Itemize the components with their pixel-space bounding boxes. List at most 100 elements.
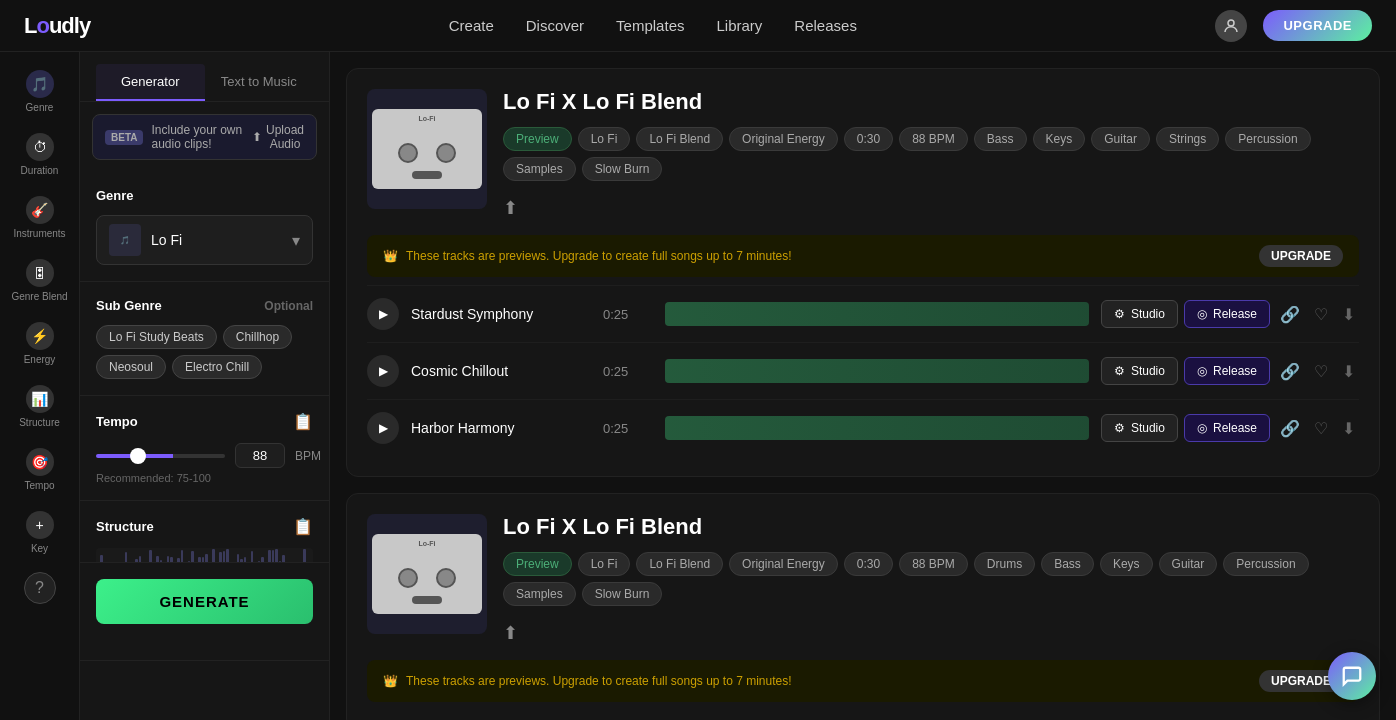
copy-link-button-3[interactable]: 🔗 xyxy=(1276,415,1304,442)
album-tag-keys-2[interactable]: Keys xyxy=(1100,552,1153,576)
album-tag-energy-1[interactable]: Original Energy xyxy=(729,127,838,151)
generate-button[interactable]: GENERATE xyxy=(96,579,313,624)
album-tag-keys-1[interactable]: Keys xyxy=(1033,127,1086,151)
album-tag-lofi-blend-2[interactable]: Lo Fi Blend xyxy=(636,552,723,576)
release-button-1[interactable]: ◎ Release xyxy=(1184,300,1270,328)
sidebar-item-genre[interactable]: 🎵 Genre xyxy=(0,60,79,123)
sidebar-item-genre-blend[interactable]: 🎛 Genre Blend xyxy=(0,249,79,312)
studio-label-2: Studio xyxy=(1131,364,1165,378)
album-share-button-2[interactable]: ⬆ xyxy=(503,622,518,644)
favorite-button-3[interactable]: ♡ xyxy=(1310,415,1332,442)
help-button[interactable]: ? xyxy=(24,572,56,604)
album-tag-strings-1[interactable]: Strings xyxy=(1156,127,1219,151)
subgenre-title-text: Sub Genre xyxy=(96,298,162,313)
tag-chillhop[interactable]: Chillhop xyxy=(223,325,292,349)
album-share-button-1[interactable]: ⬆ xyxy=(503,197,518,219)
release-icon-3: ◎ xyxy=(1197,421,1207,435)
sidebar-item-instruments[interactable]: 🎸 Instruments xyxy=(0,186,79,249)
logo[interactable]: Loudly xyxy=(24,13,90,39)
album-tag-duration-2[interactable]: 0:30 xyxy=(844,552,893,576)
copy-link-button-1[interactable]: 🔗 xyxy=(1276,301,1304,328)
favorite-button-1[interactable]: ♡ xyxy=(1310,301,1332,328)
nav-templates[interactable]: Templates xyxy=(616,17,684,34)
cassette-2: Lo-Fi xyxy=(372,534,482,614)
sidebar-item-key[interactable]: + Key xyxy=(0,501,79,564)
genre-title-text: Genre xyxy=(96,188,134,203)
download-button-2[interactable]: ⬇ xyxy=(1338,358,1359,385)
album-tag-bpm-2[interactable]: 88 BPM xyxy=(899,552,968,576)
sidebar-item-duration[interactable]: ⏱ Duration xyxy=(0,123,79,186)
album-tag-lofi-2[interactable]: Lo Fi xyxy=(578,552,631,576)
track-title-2: Cosmic Chillout xyxy=(411,363,591,379)
album-tag-drums-2[interactable]: Drums xyxy=(974,552,1035,576)
sidebar-item-structure[interactable]: 📊 Structure xyxy=(0,375,79,438)
album-tag-lofi-1[interactable]: Lo Fi xyxy=(578,127,631,151)
genre-arrow-icon: ▾ xyxy=(292,231,300,250)
album-tag-percussion-2[interactable]: Percussion xyxy=(1223,552,1308,576)
genre-select[interactable]: 🎵 Lo Fi ▾ xyxy=(96,215,313,265)
album-tag-samples-1[interactable]: Samples xyxy=(503,157,576,181)
nav-create[interactable]: Create xyxy=(449,17,494,34)
energy-icon: ⚡ xyxy=(26,322,54,350)
album-tag-preview-1[interactable]: Preview xyxy=(503,127,572,151)
chat-bubble[interactable] xyxy=(1328,652,1376,700)
subgenre-section-title: Sub Genre Optional xyxy=(96,298,313,313)
tag-lofi-study[interactable]: Lo Fi Study Beats xyxy=(96,325,217,349)
table-row: ▶ Cosmic Chillout 0:25 ⚙ Studio ◎ Releas… xyxy=(367,342,1359,399)
structure-copy-icon[interactable]: 📋 xyxy=(293,517,313,536)
track-waveform-1 xyxy=(665,302,1089,326)
download-button-1[interactable]: ⬇ xyxy=(1338,301,1359,328)
upload-audio-button[interactable]: ⬆ Upload Audio xyxy=(252,123,304,151)
nav-releases[interactable]: Releases xyxy=(794,17,857,34)
release-button-3[interactable]: ◎ Release xyxy=(1184,414,1270,442)
tag-electro-chill[interactable]: Electro Chill xyxy=(172,355,262,379)
album-tag-samples-2[interactable]: Samples xyxy=(503,582,576,606)
play-button-track-3[interactable]: ▶ xyxy=(367,412,399,444)
waveform-fill-1 xyxy=(665,302,1089,326)
tab-text-to-music[interactable]: Text to Music xyxy=(205,64,314,101)
tempo-input[interactable] xyxy=(235,443,285,468)
nav-library[interactable]: Library xyxy=(716,17,762,34)
tab-generator[interactable]: Generator xyxy=(96,64,205,101)
album-tag-guitar-1[interactable]: Guitar xyxy=(1091,127,1150,151)
tag-neosoul[interactable]: Neosoul xyxy=(96,355,166,379)
release-button-2[interactable]: ◎ Release xyxy=(1184,357,1270,385)
album-title-2: Lo Fi X Lo Fi Blend xyxy=(503,514,1359,540)
tempo-slider[interactable] xyxy=(96,454,225,458)
beta-banner: BETA Include your own audio clips! ⬆ Upl… xyxy=(92,114,317,160)
upgrade-link-1[interactable]: UPGRADE xyxy=(1259,245,1343,267)
download-button-3[interactable]: ⬇ xyxy=(1338,415,1359,442)
studio-label-3: Studio xyxy=(1131,421,1165,435)
album-tag-slowburn-1[interactable]: Slow Burn xyxy=(582,157,663,181)
track-actions-1: ⚙ Studio ◎ Release 🔗 ♡ ⬇ xyxy=(1101,300,1359,328)
sidebar-item-tempo[interactable]: 🎯 Tempo xyxy=(0,438,79,501)
tempo-copy-icon[interactable]: 📋 xyxy=(293,412,313,431)
album-tag-percussion-1[interactable]: Percussion xyxy=(1225,127,1310,151)
studio-button-1[interactable]: ⚙ Studio xyxy=(1101,300,1178,328)
nav-discover[interactable]: Discover xyxy=(526,17,584,34)
track-actions-3: ⚙ Studio ◎ Release 🔗 ♡ ⬇ xyxy=(1101,414,1359,442)
album-tag-preview-2[interactable]: Preview xyxy=(503,552,572,576)
cassette-reel-left-2 xyxy=(398,568,418,588)
sidebar-item-energy[interactable]: ⚡ Energy xyxy=(0,312,79,375)
album-tag-guitar-2[interactable]: Guitar xyxy=(1159,552,1218,576)
upgrade-button[interactable]: UPGRADE xyxy=(1263,10,1372,41)
studio-button-2[interactable]: ⚙ Studio xyxy=(1101,357,1178,385)
play-button-track-2[interactable]: ▶ xyxy=(367,355,399,387)
copy-link-button-2[interactable]: 🔗 xyxy=(1276,358,1304,385)
album-art-inner-1: Lo-Fi xyxy=(367,89,487,209)
user-avatar[interactable] xyxy=(1215,10,1247,42)
icon-sidebar: 🎵 Genre ⏱ Duration 🎸 Instruments 🎛 Genre… xyxy=(0,52,80,720)
album-tag-bass-2[interactable]: Bass xyxy=(1041,552,1094,576)
album-tag-duration-1[interactable]: 0:30 xyxy=(844,127,893,151)
play-button-track-1[interactable]: ▶ xyxy=(367,298,399,330)
album-tag-bass-1[interactable]: Bass xyxy=(974,127,1027,151)
favorite-button-2[interactable]: ♡ xyxy=(1310,358,1332,385)
studio-button-3[interactable]: ⚙ Studio xyxy=(1101,414,1178,442)
album-tag-lofi-blend-1[interactable]: Lo Fi Blend xyxy=(636,127,723,151)
nav-links: Create Discover Templates Library Releas… xyxy=(449,17,857,34)
control-panel: Generator Text to Music BETA Include you… xyxy=(80,52,330,720)
album-tag-bpm-1[interactable]: 88 BPM xyxy=(899,127,968,151)
album-tag-energy-2[interactable]: Original Energy xyxy=(729,552,838,576)
album-tag-slowburn-2[interactable]: Slow Burn xyxy=(582,582,663,606)
